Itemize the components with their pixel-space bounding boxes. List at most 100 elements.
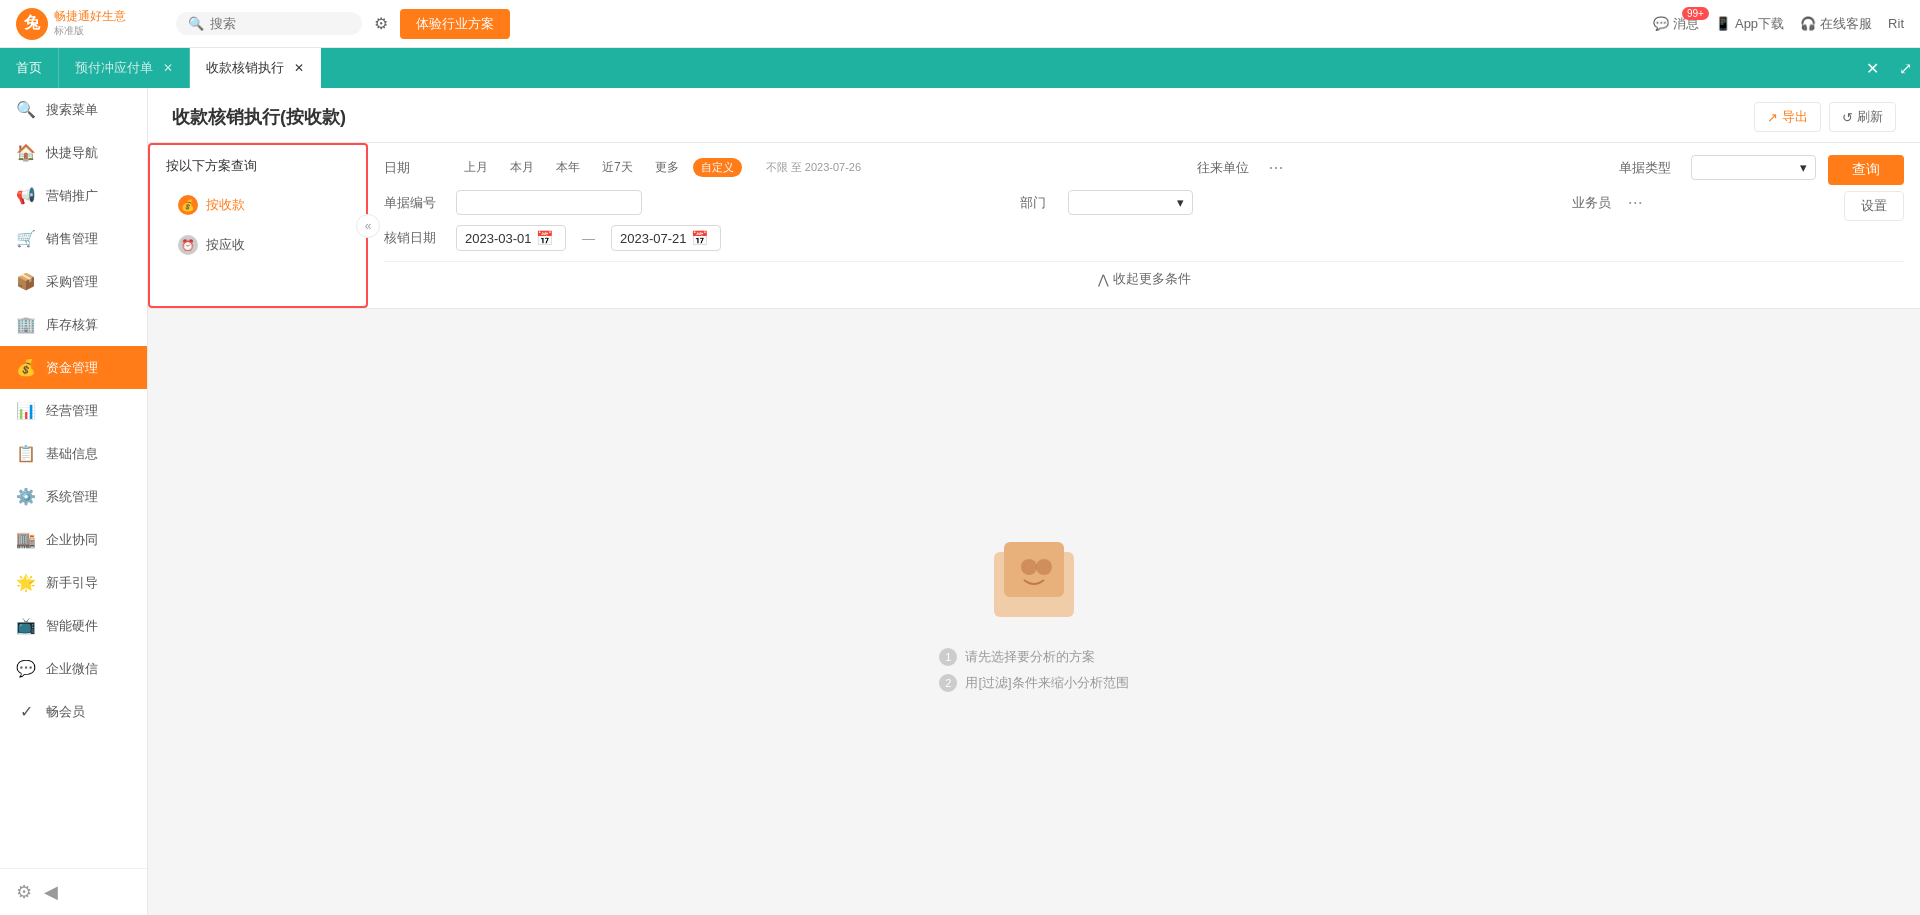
online-service-btn[interactable]: 🎧 在线客服 bbox=[1800, 15, 1872, 33]
calendar-start-icon: 📅 bbox=[536, 230, 553, 246]
date-btn-this-year[interactable]: 本年 bbox=[548, 157, 588, 178]
empty-state: 1 请先选择要分析的方案 2 用[过滤]条件来缩小分析范围 bbox=[148, 309, 1920, 915]
dept-select[interactable]: ▾ bbox=[1068, 190, 1193, 215]
verify-date-start[interactable]: 2023-03-01 📅 bbox=[456, 225, 566, 251]
sidebar: 🔍 搜索菜单 🏠 快捷导航 📢 营销推广 🛒 销售管理 📦 采购管理 🏢 库存核… bbox=[0, 88, 148, 915]
tabbar: 首页 预付冲应付单 ✕ 收款核销执行 ✕ ✕ ⤢ bbox=[0, 48, 1920, 88]
export-btn[interactable]: ↗ 导出 bbox=[1754, 102, 1821, 132]
filter-row-date: 日期 上月 本月 本年 近7天 更多 自定义 不限 至 2023-07-26 bbox=[384, 155, 1816, 180]
search-box[interactable]: 🔍 bbox=[176, 12, 362, 35]
vip-icon: ✓ bbox=[16, 702, 36, 721]
sidebar-item-wechat[interactable]: 💬 企业微信 bbox=[0, 647, 147, 690]
user-name[interactable]: Rit bbox=[1888, 16, 1904, 31]
query-btn[interactable]: 查询 bbox=[1828, 155, 1904, 185]
wechat-icon: 💬 bbox=[16, 659, 36, 678]
sidebar-item-inventory[interactable]: 🏢 库存核算 bbox=[0, 303, 147, 346]
date-btn-more[interactable]: 更多 bbox=[647, 157, 687, 178]
query-type-panel: 按以下方案查询 💰 按收款 ⏰ 按应收 « bbox=[148, 143, 368, 308]
calendar-end-icon: 📅 bbox=[691, 230, 708, 246]
export-icon: ↗ bbox=[1767, 110, 1778, 125]
bill-no-input[interactable] bbox=[456, 190, 642, 215]
operations-icon: 📊 bbox=[16, 401, 36, 420]
logo: 兔 畅捷通好生意 标准版 bbox=[16, 8, 164, 40]
tabbar-expand[interactable]: ⤢ bbox=[1891, 59, 1920, 78]
sidebar-item-quick-nav[interactable]: 🏠 快捷导航 bbox=[0, 131, 147, 174]
sidebar-item-system[interactable]: ⚙️ 系统管理 bbox=[0, 475, 147, 518]
bill-no-label: 单据编号 bbox=[384, 194, 440, 212]
main-layout: 🔍 搜索菜单 🏠 快捷导航 📢 营销推广 🛒 销售管理 📦 采购管理 🏢 库存核… bbox=[0, 88, 1920, 915]
sidebar-item-vip[interactable]: ✓ 畅会员 bbox=[0, 690, 147, 733]
messages-badge: 99+ bbox=[1682, 7, 1709, 20]
search-menu-icon: 🔍 bbox=[16, 100, 36, 119]
tab-prepaid-close[interactable]: ✕ bbox=[163, 61, 173, 75]
sidebar-item-smart-hardware[interactable]: 📺 智能硬件 bbox=[0, 604, 147, 647]
sidebar-item-purchase[interactable]: 📦 采购管理 bbox=[0, 260, 147, 303]
filter-panel: 按以下方案查询 💰 按收款 ⏰ 按应收 « 日 bbox=[148, 143, 1920, 309]
sidebar-item-enterprise[interactable]: 🏬 企业协同 bbox=[0, 518, 147, 561]
sidebar-item-marketing[interactable]: 📢 营销推广 bbox=[0, 174, 147, 217]
date-btn-7days[interactable]: 近7天 bbox=[594, 157, 641, 178]
sidebar-bottom: ⚙ ◀ bbox=[0, 868, 147, 915]
system-icon: ⚙️ bbox=[16, 487, 36, 506]
page-header: 收款核销执行(按收款) ↗ 导出 ↺ 刷新 bbox=[148, 88, 1920, 143]
basic-info-icon: 📋 bbox=[16, 444, 36, 463]
tab-prepaid[interactable]: 预付冲应付单 ✕ bbox=[59, 48, 190, 88]
tab-collection[interactable]: 收款核销执行 ✕ bbox=[190, 48, 321, 88]
settings-icon[interactable]: ⚙ bbox=[16, 881, 32, 903]
content: 收款核销执行(按收款) ↗ 导出 ↺ 刷新 按以下方案查询 💰 按收款 bbox=[148, 88, 1920, 915]
sidebar-item-sales[interactable]: 🛒 销售管理 bbox=[0, 217, 147, 260]
bill-type-select[interactable]: ▾ bbox=[1691, 155, 1816, 180]
date-btn-last-month[interactable]: 上月 bbox=[456, 157, 496, 178]
empty-hint-1: 1 请先选择要分析的方案 bbox=[939, 648, 1128, 666]
verify-date-label: 核销日期 bbox=[384, 229, 440, 247]
dept-label: 部门 bbox=[1020, 194, 1052, 212]
svg-point-3 bbox=[1036, 559, 1052, 575]
date-options: 上月 本月 本年 近7天 更多 自定义 bbox=[456, 157, 742, 178]
chevron-up-icon: ⋀ bbox=[1098, 272, 1109, 287]
sidebar-item-guide[interactable]: 🌟 新手引导 bbox=[0, 561, 147, 604]
filter-row-bill: 单据编号 部门 ▾ 业务员 ··· bbox=[384, 190, 1816, 215]
messages-btn[interactable]: 💬 消息 99+ bbox=[1653, 15, 1699, 33]
tab-collection-close[interactable]: ✕ bbox=[294, 61, 304, 75]
phone-icon: 📱 bbox=[1715, 16, 1731, 31]
sidebar-item-operations[interactable]: 📊 经营管理 bbox=[0, 389, 147, 432]
collapse-more-btn[interactable]: ⋀ 收起更多条件 bbox=[384, 261, 1904, 296]
tab-home[interactable]: 首页 bbox=[0, 48, 59, 88]
filter-settings-btn[interactable]: 设置 bbox=[1844, 191, 1904, 221]
date-custom-badge[interactable]: 自定义 bbox=[693, 158, 742, 177]
search-icon: 🔍 bbox=[188, 16, 204, 31]
app-download-btn[interactable]: 📱 App下载 bbox=[1715, 15, 1784, 33]
verify-date-end[interactable]: 2023-07-21 📅 bbox=[611, 225, 721, 251]
guide-icon: 🌟 bbox=[16, 573, 36, 592]
partner-label: 往来单位 bbox=[1197, 159, 1253, 177]
message-icon: 💬 bbox=[1653, 16, 1669, 31]
query-by-collection[interactable]: 💰 按收款 bbox=[166, 187, 350, 223]
empty-illustration bbox=[974, 532, 1094, 632]
filter-row-verify: 核销日期 2023-03-01 📅 — 2023-07-21 📅 bbox=[384, 225, 1816, 251]
topbar: 兔 畅捷通好生意 标准版 🔍 ⚙ 体验行业方案 💬 消息 99+ 📱 App下载… bbox=[0, 0, 1920, 48]
staff-input[interactable]: ··· bbox=[1628, 192, 1643, 213]
date-btn-this-month[interactable]: 本月 bbox=[502, 157, 542, 178]
refresh-btn[interactable]: ↺ 刷新 bbox=[1829, 102, 1896, 132]
partner-input[interactable]: ··· bbox=[1269, 157, 1284, 178]
sidebar-item-basic-info[interactable]: 📋 基础信息 bbox=[0, 432, 147, 475]
industry-btn[interactable]: 体验行业方案 bbox=[400, 9, 510, 39]
tabbar-close[interactable]: ✕ bbox=[1854, 59, 1891, 78]
filter-actions: 查询 设置 bbox=[1828, 155, 1904, 221]
search-input[interactable] bbox=[210, 16, 350, 31]
bill-type-label: 单据类型 bbox=[1619, 159, 1675, 177]
gear-icon[interactable]: ⚙ bbox=[374, 14, 388, 33]
collapse-panel-btn[interactable]: « bbox=[356, 214, 380, 238]
query-by-receivable[interactable]: ⏰ 按应收 bbox=[166, 227, 350, 263]
logo-icon: 兔 bbox=[16, 8, 48, 40]
empty-svg bbox=[974, 532, 1094, 632]
date-sub-text: 不限 至 2023-07-26 bbox=[766, 160, 861, 175]
page-header-actions: ↗ 导出 ↺ 刷新 bbox=[1754, 102, 1896, 132]
sidebar-item-search-menu[interactable]: 🔍 搜索菜单 bbox=[0, 88, 147, 131]
sidebar-item-finance[interactable]: 💰 资金管理 bbox=[0, 346, 147, 389]
date-label: 日期 bbox=[384, 159, 440, 177]
query-type-title: 按以下方案查询 bbox=[166, 157, 350, 175]
sales-icon: 🛒 bbox=[16, 229, 36, 248]
chevron-down-icon: ▾ bbox=[1800, 160, 1807, 175]
collapse-sidebar-icon[interactable]: ◀ bbox=[44, 881, 58, 903]
